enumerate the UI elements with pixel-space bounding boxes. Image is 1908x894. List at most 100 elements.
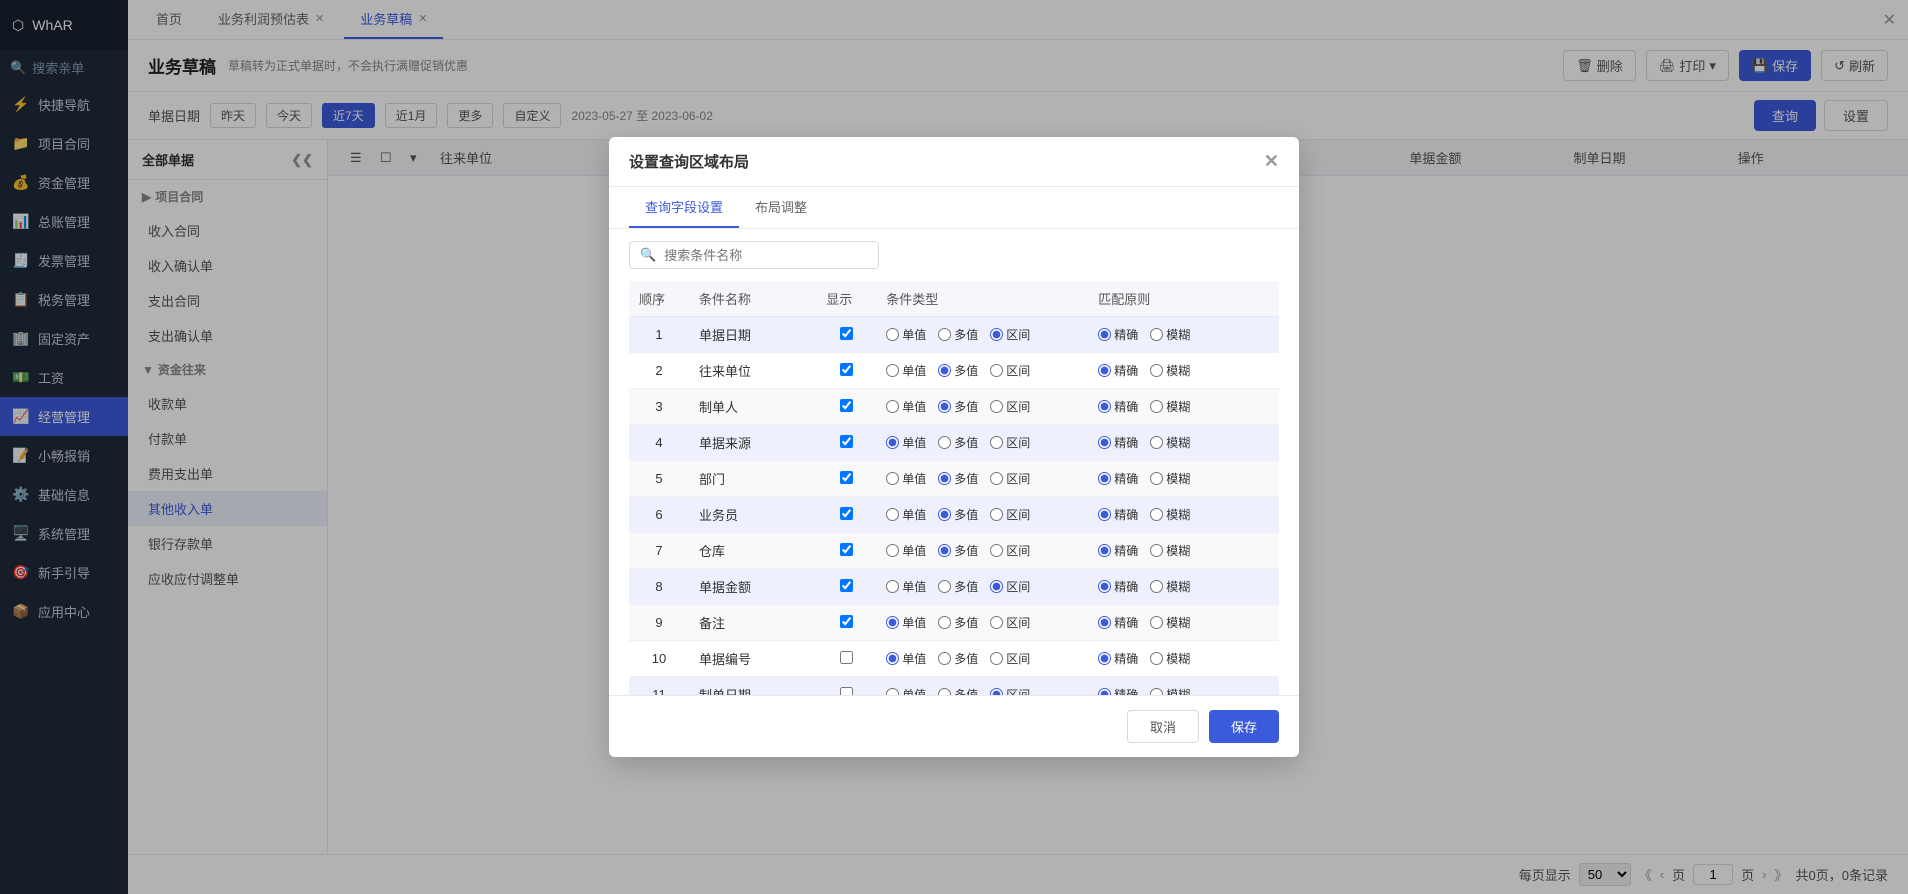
radio-match-精确[interactable]: 精确 [1098,326,1138,343]
radio-match-模糊[interactable]: 模糊 [1150,686,1190,695]
cell-checkbox[interactable] [816,641,876,677]
cell-checkbox[interactable] [816,677,876,696]
radio-match-精确[interactable]: 精确 [1098,470,1138,487]
cell-condition-type[interactable]: 单值 多值 区间 [876,677,1088,696]
radio-match-精确[interactable]: 精确 [1098,578,1138,595]
radio-match-模糊[interactable]: 模糊 [1150,398,1190,415]
radio-cond-单值[interactable]: 单值 [886,542,926,559]
cell-match-type[interactable]: 精确模糊 [1088,497,1279,533]
cell-match-type[interactable]: 精确模糊 [1088,641,1279,677]
cell-match-type[interactable]: 精确模糊 [1088,425,1279,461]
radio-match-模糊[interactable]: 模糊 [1150,650,1190,667]
radio-match-模糊[interactable]: 模糊 [1150,614,1190,631]
radio-match-精确[interactable]: 精确 [1098,542,1138,559]
row-display-checkbox[interactable] [840,327,853,340]
row-display-checkbox[interactable] [840,399,853,412]
cell-match-type[interactable]: 精确模糊 [1088,677,1279,696]
cell-condition-type[interactable]: 单值多值区间 [876,605,1088,641]
radio-match-模糊[interactable]: 模糊 [1150,506,1190,523]
cell-checkbox[interactable] [816,569,876,605]
radio-cond-多值[interactable]: 多值 [938,614,978,631]
cell-checkbox[interactable] [816,497,876,533]
radio-cond-区间[interactable]: 区间 [990,398,1030,415]
radio-cond-区间[interactable]: 区间 [990,470,1030,487]
radio-cond-单值[interactable]: 单值 [886,614,926,631]
radio-match-精确[interactable]: 精确 [1098,434,1138,451]
radio-cond-多值[interactable]: 多值 [938,650,978,667]
modal-close-button[interactable]: ✕ [1264,151,1279,172]
radio-cond-多值[interactable]: 多值 [938,542,978,559]
radio-cond-区间[interactable]: 区间 [990,362,1030,379]
modal-save-button[interactable]: 保存 [1209,710,1279,743]
radio-match-精确[interactable]: 精确 [1098,362,1138,379]
cell-condition-type[interactable]: 单值多值区间 [876,569,1088,605]
radio-cond-单值[interactable]: 单值 [886,326,926,343]
cell-match-type[interactable]: 精确模糊 [1088,461,1279,497]
radio-cond-区间[interactable]: 区间 [990,650,1030,667]
cell-checkbox[interactable] [816,533,876,569]
cell-match-type[interactable]: 精确模糊 [1088,533,1279,569]
cell-match-type[interactable]: 精确模糊 [1088,605,1279,641]
cell-condition-type[interactable]: 单值多值区间 [876,497,1088,533]
cell-match-type[interactable]: 精确模糊 [1088,569,1279,605]
radio-match-精确[interactable]: 精确 [1098,614,1138,631]
row-display-checkbox[interactable] [840,615,853,628]
cell-checkbox[interactable] [816,389,876,425]
cell-checkbox[interactable] [816,605,876,641]
row-display-checkbox[interactable] [840,363,853,376]
radio-match-模糊[interactable]: 模糊 [1150,434,1190,451]
cell-checkbox[interactable] [816,317,876,353]
radio-cond-多值[interactable]: 多值 [938,470,978,487]
radio-cond-区间[interactable]: 区间 [990,578,1030,595]
radio-cond-单值[interactable]: 单值 [886,578,926,595]
modal-tab-fields[interactable]: 查询字段设置 [629,187,739,228]
cell-condition-type[interactable]: 单值多值区间 [876,641,1088,677]
row-display-checkbox[interactable] [840,651,853,664]
cell-condition-type[interactable]: 单值多值区间 [876,425,1088,461]
cell-match-type[interactable]: 精确模糊 [1088,317,1279,353]
row-display-checkbox[interactable] [840,471,853,484]
radio-match-精确[interactable]: 精确 [1098,506,1138,523]
radio-cond-单值[interactable]: 单值 [886,470,926,487]
radio-match-模糊[interactable]: 模糊 [1150,542,1190,559]
radio-match-模糊[interactable]: 模糊 [1150,326,1190,343]
radio-cond-单值[interactable]: 单值 [886,398,926,415]
row-display-checkbox[interactable] [840,507,853,520]
modal-cancel-button[interactable]: 取消 [1127,710,1199,743]
radio-match-模糊[interactable]: 模糊 [1150,362,1190,379]
cell-condition-type[interactable]: 单值多值区间 [876,461,1088,497]
radio-cond-多值[interactable]: 多值 [938,326,978,343]
row-display-checkbox[interactable] [840,687,853,696]
radio-cond-多值[interactable]: 多值 [938,362,978,379]
cell-checkbox[interactable] [816,425,876,461]
radio-cond-单值[interactable]: 单值 [886,434,926,451]
radio-cond-区间[interactable]: 区间 [990,686,1030,695]
radio-cond-多值[interactable]: 多值 [938,434,978,451]
cell-checkbox[interactable] [816,461,876,497]
radio-cond-区间[interactable]: 区间 [990,326,1030,343]
radio-cond-单值[interactable]: 单值 [886,650,926,667]
cell-checkbox[interactable] [816,353,876,389]
radio-cond-单值[interactable]: 单值 [886,362,926,379]
radio-cond-单值[interactable]: 单值 [886,686,926,695]
radio-match-模糊[interactable]: 模糊 [1150,470,1190,487]
radio-cond-区间[interactable]: 区间 [990,506,1030,523]
radio-cond-单值[interactable]: 单值 [886,506,926,523]
radio-cond-多值[interactable]: 多值 [938,398,978,415]
radio-cond-多值[interactable]: 多值 [938,686,978,695]
radio-match-模糊[interactable]: 模糊 [1150,578,1190,595]
radio-match-精确[interactable]: 精确 [1098,398,1138,415]
cell-condition-type[interactable]: 单值多值区间 [876,533,1088,569]
cell-condition-type[interactable]: 单值多值区间 [876,317,1088,353]
row-display-checkbox[interactable] [840,435,853,448]
radio-cond-区间[interactable]: 区间 [990,434,1030,451]
cell-match-type[interactable]: 精确模糊 [1088,389,1279,425]
cell-condition-type[interactable]: 单值多值区间 [876,353,1088,389]
row-display-checkbox[interactable] [840,579,853,592]
row-display-checkbox[interactable] [840,543,853,556]
modal-search-input[interactable] [664,248,868,263]
radio-match-精确[interactable]: 精确 [1098,650,1138,667]
cell-match-type[interactable]: 精确模糊 [1088,353,1279,389]
radio-cond-多值[interactable]: 多值 [938,506,978,523]
modal-tab-layout[interactable]: 布局调整 [739,187,823,228]
